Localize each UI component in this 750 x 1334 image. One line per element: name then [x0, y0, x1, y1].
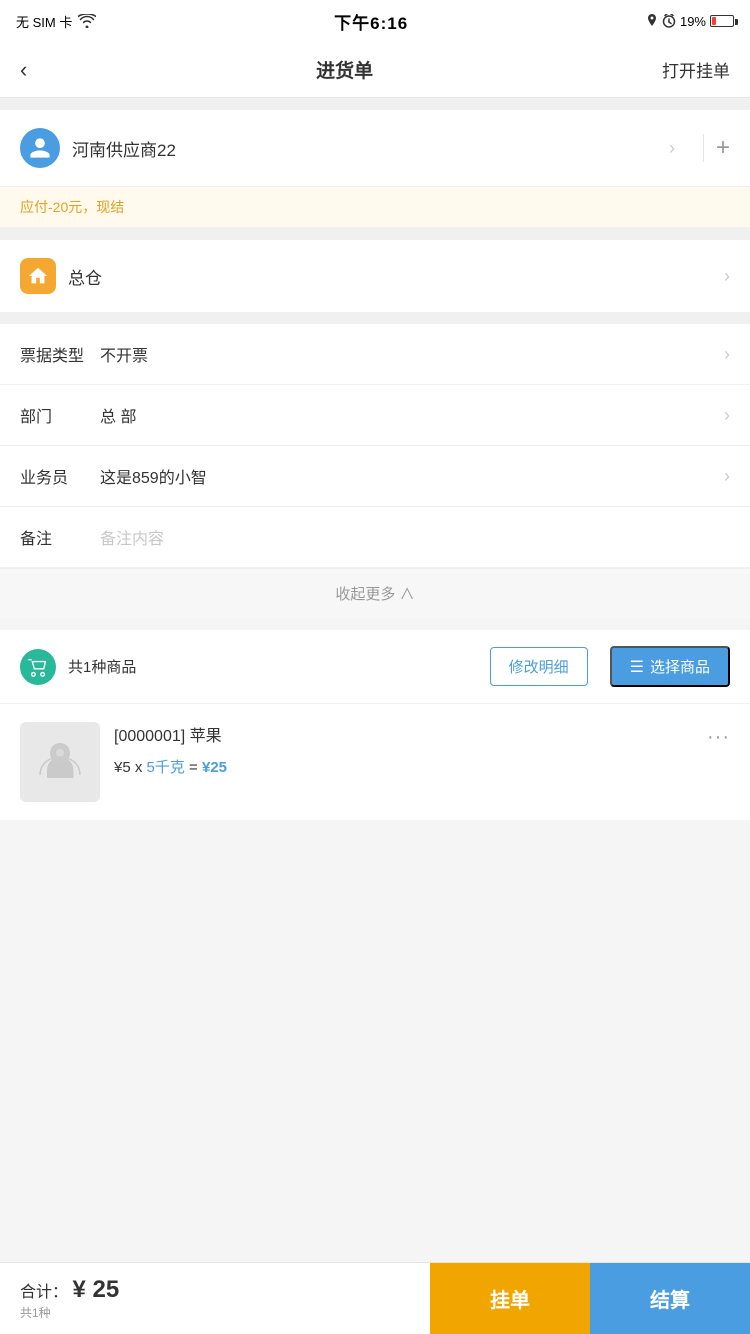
warehouse-row[interactable]: 总仓 › — [0, 240, 750, 312]
supplier-divider — [703, 134, 704, 162]
salesperson-value: 这是859的小智 — [100, 464, 724, 488]
department-arrow: › — [724, 405, 730, 426]
salesperson-row[interactable]: 业务员 这是859的小智 › — [0, 446, 750, 507]
invoice-type-value: 不开票 — [100, 342, 724, 366]
total-count: 共1种 — [20, 1304, 410, 1321]
product-info: [0000001] 苹果 ¥5 x 5千克 = ¥25 — [114, 722, 693, 777]
select-product-icon: ☰ — [630, 657, 644, 677]
alarm-icon — [662, 14, 676, 28]
settle-button[interactable]: 结算 — [590, 1263, 750, 1334]
product-total: ¥25 — [202, 759, 227, 776]
collapse-row[interactable]: 收起更多 ∧ — [0, 568, 750, 618]
product-more-button[interactable]: ··· — [707, 722, 730, 749]
nav-bar: ‹ 进货单 打开挂单 — [0, 42, 750, 98]
battery-percent: 19% — [680, 14, 706, 29]
total-section: 合计： ¥ 25 共1种 — [0, 1276, 430, 1321]
warehouse-name: 总仓 — [68, 264, 712, 289]
product-header: 共1种商品 修改明细 ☰ 选择商品 — [0, 630, 750, 704]
cart-icon — [27, 656, 49, 678]
department-row[interactable]: 部门 总 部 › — [0, 385, 750, 446]
department-label: 部门 — [20, 403, 100, 427]
select-product-button[interactable]: ☰ 选择商品 — [610, 646, 730, 687]
bottom-bar: 合计： ¥ 25 共1种 挂单 结算 — [0, 1262, 750, 1334]
product-code: [0000001] — [114, 728, 185, 745]
select-product-label: 选择商品 — [650, 656, 710, 677]
add-supplier-button[interactable]: + — [716, 134, 730, 162]
payable-text: 应付-20元，现结 — [20, 199, 124, 215]
supplier-arrow-icon: › — [669, 138, 675, 159]
cart-icon-container — [20, 649, 56, 685]
product-thumbnail — [20, 722, 100, 802]
total-label: 合计： — [20, 1284, 68, 1301]
payable-notice: 应付-20元，现结 — [0, 187, 750, 228]
product-thumb-icon — [35, 735, 85, 785]
edit-detail-button[interactable]: 修改明细 — [490, 647, 588, 686]
product-count-label: 共1种商品 — [68, 656, 478, 677]
product-price: ¥5 x 5千克 = ¥25 — [114, 756, 693, 777]
carrier-label: 无 SIM 卡 — [16, 12, 72, 31]
product-name: [0000001] 苹果 — [114, 722, 693, 746]
invoice-type-label: 票据类型 — [20, 342, 100, 366]
remark-row[interactable]: 备注 备注内容 — [0, 507, 750, 568]
salesperson-label: 业务员 — [20, 464, 100, 488]
location-icon — [646, 14, 658, 28]
wifi-icon — [78, 14, 96, 28]
invoice-type-arrow: › — [724, 344, 730, 365]
status-time: 下午6:16 — [334, 9, 408, 34]
remark-label: 备注 — [20, 525, 100, 549]
person-icon — [28, 136, 52, 160]
product-qty: 5千克 — [147, 759, 185, 776]
battery-icon — [710, 15, 734, 27]
total-amount: ¥ 25 — [72, 1276, 119, 1303]
status-left: 无 SIM 卡 — [16, 12, 96, 31]
status-right: 19% — [646, 14, 734, 29]
product-section: 共1种商品 修改明细 ☰ 选择商品 — [0, 630, 750, 820]
pending-button[interactable]: 挂单 — [430, 1263, 590, 1334]
main-content: 河南供应商22 › + 应付-20元，现结 总仓 › 票据类型 不开票 › 部门… — [0, 98, 750, 892]
warehouse-icon — [20, 258, 56, 294]
supplier-section: 河南供应商22 › + — [0, 110, 750, 187]
product-title: 苹果 — [190, 728, 222, 745]
supplier-name[interactable]: 河南供应商22 — [72, 136, 657, 161]
gap-1 — [0, 98, 750, 110]
department-value: 总 部 — [100, 403, 724, 427]
product-item: [0000001] 苹果 ¥5 x 5千克 = ¥25 ··· — [0, 704, 750, 820]
status-bar: 无 SIM 卡 下午6:16 19% — [0, 0, 750, 42]
gap-2 — [0, 228, 750, 240]
gap-3 — [0, 312, 750, 324]
collapse-label: 收起更多 ∧ — [335, 583, 414, 604]
supplier-avatar — [20, 128, 60, 168]
salesperson-arrow: › — [724, 466, 730, 487]
page-title: 进货单 — [316, 56, 373, 83]
warehouse-arrow-icon: › — [724, 266, 730, 287]
open-pending-button[interactable]: 打开挂单 — [662, 57, 730, 82]
invoice-type-row[interactable]: 票据类型 不开票 › — [0, 324, 750, 385]
product-unit-price: ¥5 — [114, 759, 131, 776]
form-section: 票据类型 不开票 › 部门 总 部 › 业务员 这是859的小智 › 备注 备注… — [0, 324, 750, 568]
home-icon — [27, 265, 49, 287]
back-button[interactable]: ‹ — [20, 57, 27, 83]
remark-value: 备注内容 — [100, 525, 730, 549]
